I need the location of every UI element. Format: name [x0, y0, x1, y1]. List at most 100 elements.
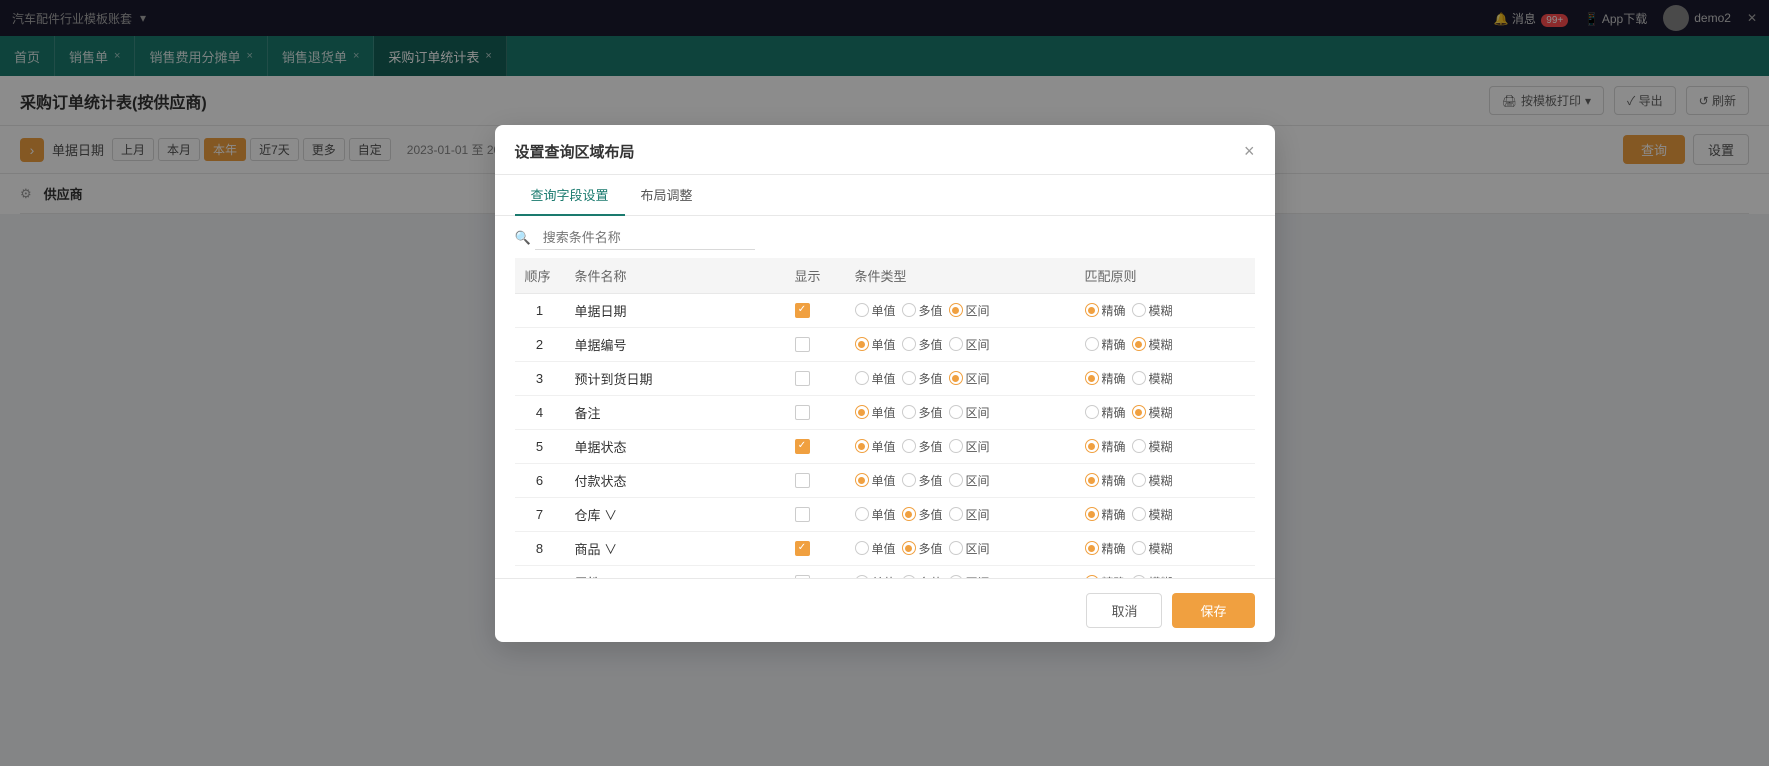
modal-search-input[interactable] [535, 226, 755, 250]
radio-type-type_single[interactable]: 单值 [855, 438, 896, 455]
radio-type-type_multi[interactable]: 多值 [902, 472, 943, 489]
row-show-checkbox[interactable] [785, 361, 845, 395]
radio-type-type_range[interactable]: 区间 [949, 540, 990, 557]
row-show-checkbox[interactable] [785, 395, 845, 429]
save-button[interactable]: 保存 [1172, 593, 1254, 628]
modal-close-button[interactable]: × [1244, 142, 1255, 160]
checkbox[interactable] [795, 507, 810, 522]
radio-match-match_exact[interactable]: 精确 [1085, 506, 1126, 523]
radio-type-type_multi[interactable]: 多值 [902, 540, 943, 557]
radio-type-type_range[interactable]: 区间 [949, 438, 990, 455]
row-order: 4 [515, 395, 565, 429]
radio-type-type_range[interactable]: 区间 [949, 472, 990, 489]
modal-table-header: 顺序 条件名称 显示 条件类型 匹配原则 [515, 258, 1255, 294]
radio-circle [855, 439, 869, 453]
row-show-checkbox[interactable] [785, 463, 845, 497]
radio-match-match_fuzzy[interactable]: 模糊 [1132, 404, 1173, 421]
row-type: 单值多值区间 [845, 293, 1075, 327]
row-show-checkbox[interactable] [785, 429, 845, 463]
row-type: 单值多值区间 [845, 395, 1075, 429]
th-show: 显示 [785, 258, 845, 294]
radio-match-match_fuzzy[interactable]: 模糊 [1132, 370, 1173, 387]
radio-match-match_fuzzy[interactable]: 模糊 [1132, 472, 1173, 489]
radio-type-type_multi[interactable]: 多值 [902, 302, 943, 319]
row-match: 精确模糊 [1075, 497, 1255, 531]
radio-circle [902, 473, 916, 487]
checkbox[interactable] [795, 439, 810, 454]
radio-type-type_multi[interactable]: 多值 [902, 404, 943, 421]
radio-match-match_exact[interactable]: 精确 [1085, 302, 1126, 319]
row-order: 7 [515, 497, 565, 531]
th-match: 匹配原则 [1075, 258, 1255, 294]
radio-match-match_exact[interactable]: 精确 [1085, 472, 1126, 489]
row-show-checkbox[interactable] [785, 497, 845, 531]
radio-circle [949, 439, 963, 453]
checkbox[interactable] [795, 337, 810, 352]
radio-type-type_single[interactable]: 单值 [855, 404, 896, 421]
cancel-button[interactable]: 取消 [1086, 593, 1162, 628]
row-show-checkbox[interactable] [785, 565, 845, 578]
radio-match-match_exact[interactable]: 精确 [1085, 540, 1126, 557]
radio-circle [1085, 507, 1099, 521]
radio-type-type_multi[interactable]: 多值 [902, 506, 943, 523]
row-type: 单值多值区间 [845, 327, 1075, 361]
checkbox[interactable] [795, 303, 810, 318]
row-match: 精确模糊 [1075, 531, 1255, 565]
radio-type-type_single[interactable]: 单值 [855, 540, 896, 557]
radio-type-type_range[interactable]: 区间 [949, 302, 990, 319]
radio-match-match_exact[interactable]: 精确 [1085, 370, 1126, 387]
radio-match-match_fuzzy[interactable]: 模糊 [1132, 540, 1173, 557]
radio-type-type_single[interactable]: 单值 [855, 472, 896, 489]
modal-table-body: 1单据日期单值多值区间精确模糊2单据编号单值多值区间精确模糊3预计到货日期单值多… [515, 293, 1255, 578]
checkbox[interactable] [795, 473, 810, 488]
radio-circle [1085, 541, 1099, 555]
radio-match-match_fuzzy[interactable]: 模糊 [1132, 302, 1173, 319]
radio-type-type_single[interactable]: 单值 [855, 302, 896, 319]
radio-type-type_single[interactable]: 单值 [855, 506, 896, 523]
row-match: 精确模糊 [1075, 293, 1255, 327]
radio-type-type_single[interactable]: 单值 [855, 370, 896, 387]
radio-type-type_range[interactable]: 区间 [949, 404, 990, 421]
modal-tab-layout[interactable]: 布局调整 [625, 175, 709, 216]
radio-circle [855, 303, 869, 317]
row-name: 备注 [565, 395, 785, 429]
table-row: 2单据编号单值多值区间精确模糊 [515, 327, 1255, 361]
radio-circle [855, 371, 869, 385]
row-order: 5 [515, 429, 565, 463]
radio-type-type_range[interactable]: 区间 [949, 506, 990, 523]
table-row: 1单据日期单值多值区间精确模糊 [515, 293, 1255, 327]
radio-type-type_multi[interactable]: 多值 [902, 370, 943, 387]
radio-circle [1085, 439, 1099, 453]
radio-circle [1085, 473, 1099, 487]
row-type: 单值多值区间 [845, 565, 1075, 578]
table-row: 4备注单值多值区间精确模糊 [515, 395, 1255, 429]
row-show-checkbox[interactable] [785, 531, 845, 565]
modal-overlay: 设置查询区域布局 × 查询字段设置 布局调整 🔍 顺序 条件名称 [0, 0, 1769, 766]
row-show-checkbox[interactable] [785, 293, 845, 327]
modal-footer: 取消 保存 [495, 578, 1275, 642]
radio-type-type_multi[interactable]: 多值 [902, 438, 943, 455]
radio-match-match_fuzzy[interactable]: 模糊 [1132, 438, 1173, 455]
row-type: 单值多值区间 [845, 497, 1075, 531]
radio-match-match_exact[interactable]: 精确 [1085, 438, 1126, 455]
th-type: 条件类型 [845, 258, 1075, 294]
radio-match-match_exact[interactable]: 精确 [1085, 404, 1126, 421]
radio-type-type_multi[interactable]: 多值 [902, 336, 943, 353]
checkbox[interactable] [795, 405, 810, 420]
radio-match-match_exact[interactable]: 精确 [1085, 336, 1126, 353]
radio-type-type_single[interactable]: 单值 [855, 336, 896, 353]
row-order: 2 [515, 327, 565, 361]
radio-type-type_range[interactable]: 区间 [949, 370, 990, 387]
radio-match-match_fuzzy[interactable]: 模糊 [1132, 336, 1173, 353]
checkbox[interactable] [795, 541, 810, 556]
row-show-checkbox[interactable] [785, 327, 845, 361]
modal-tab-query-fields[interactable]: 查询字段设置 [515, 175, 625, 216]
radio-circle [902, 541, 916, 555]
radio-circle [1132, 473, 1146, 487]
row-name: 付款状态 [565, 463, 785, 497]
radio-circle [1085, 405, 1099, 419]
radio-type-type_range[interactable]: 区间 [949, 336, 990, 353]
checkbox[interactable] [795, 371, 810, 386]
row-type: 单值多值区间 [845, 531, 1075, 565]
radio-match-match_fuzzy[interactable]: 模糊 [1132, 506, 1173, 523]
